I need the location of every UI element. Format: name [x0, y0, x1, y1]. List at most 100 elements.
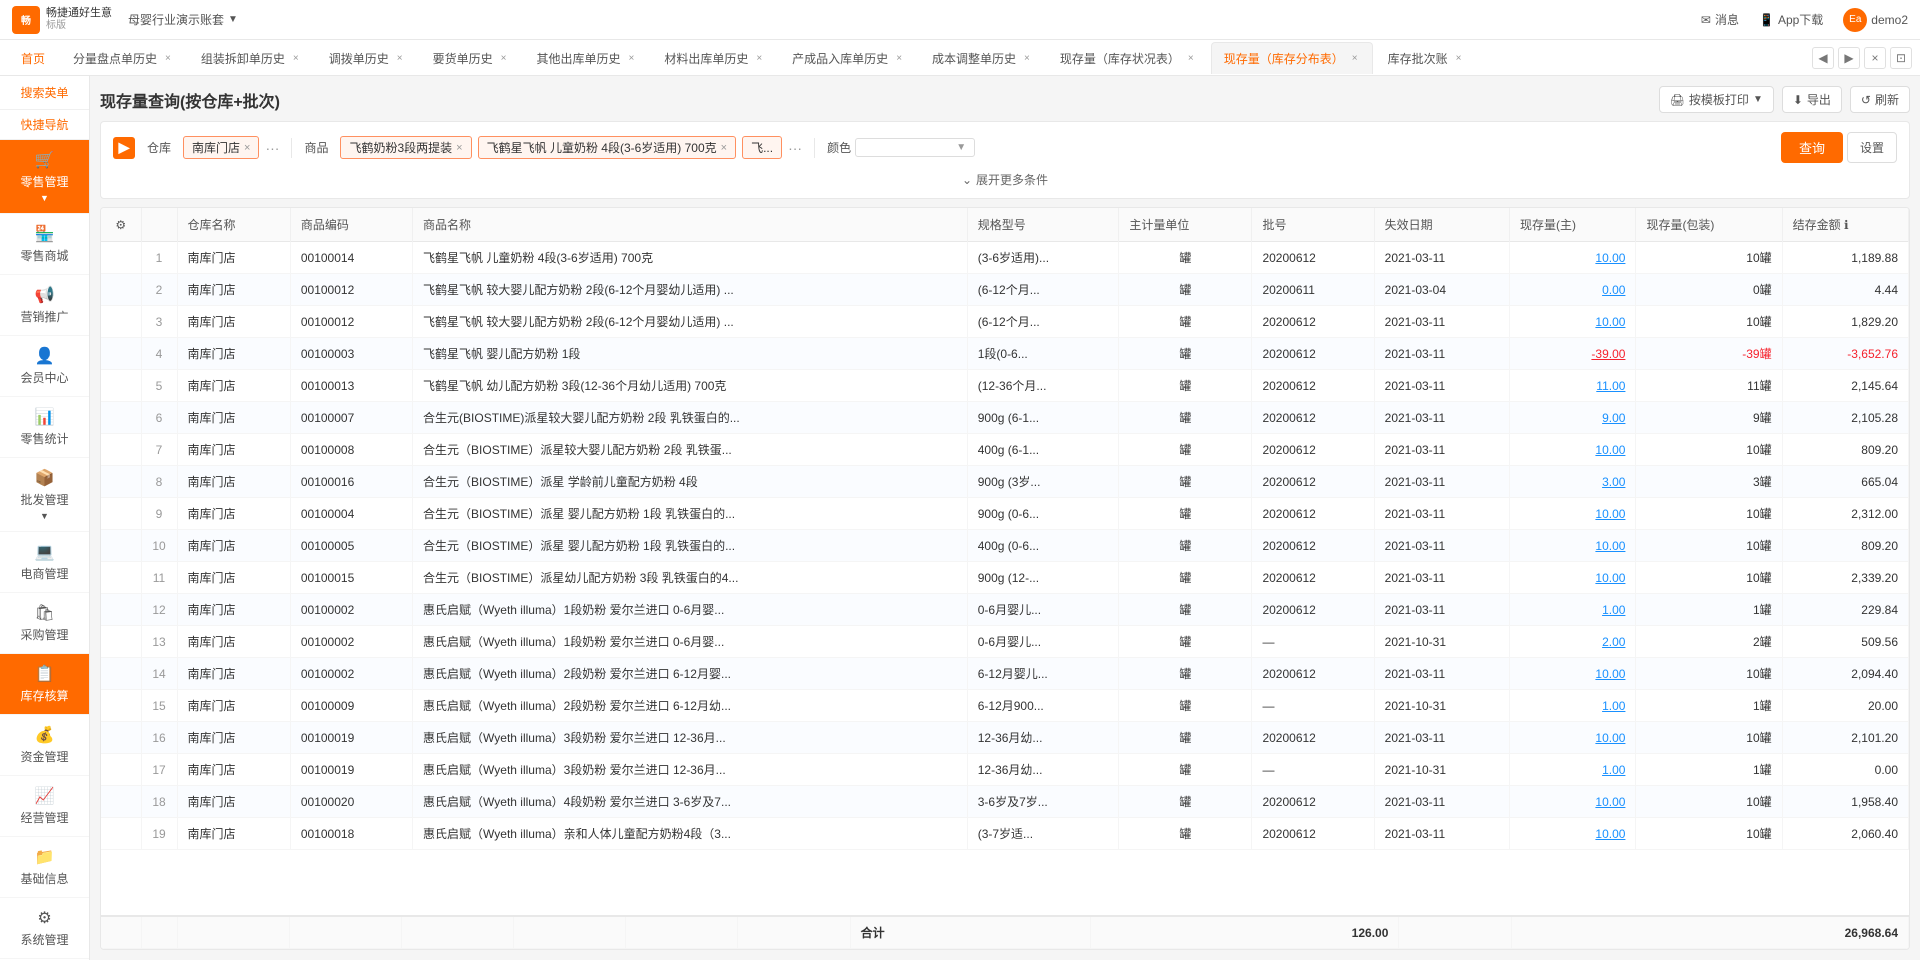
page-actions: 🖨 按模板打印 ▼ ⬇ 导出 ↺ 刷新	[1659, 86, 1910, 113]
tab-transfer[interactable]: 调拨单历史 ×	[316, 42, 418, 74]
template-print-btn[interactable]: 🖨 按模板打印 ▼	[1659, 86, 1774, 113]
tab-next-btn[interactable]: ▶	[1838, 47, 1860, 69]
close-icon[interactable]: ×	[1350, 52, 1360, 65]
expand-more-btn[interactable]: ⌄ 展开更多条件	[113, 171, 1897, 188]
close-icon[interactable]: ×	[1186, 52, 1196, 65]
workspace-selector[interactable]: 母婴行业演示账套 ▼	[128, 11, 238, 28]
tab-home[interactable]: 首页	[8, 42, 58, 74]
sidebar-quick-nav[interactable]: 快捷导航	[0, 110, 89, 140]
close-icon[interactable]: ×	[395, 52, 405, 65]
tab-cost-adjust[interactable]: 成本调整单历史 ×	[919, 42, 1045, 74]
col-code-cell: 00100016	[290, 466, 412, 498]
sidebar-item-wholesale-mgmt[interactable]: 📦 批发管理 ▼	[0, 458, 89, 532]
sidebar-item-finance[interactable]: 💰 资金管理	[0, 715, 89, 776]
remove-warehouse-tag[interactable]: ×	[244, 142, 250, 154]
col-stock-main-cell[interactable]: 10.00	[1509, 434, 1635, 466]
tab-request[interactable]: 要货单历史 ×	[420, 42, 522, 74]
close-icon[interactable]: ×	[499, 52, 509, 65]
col-stock-main-cell[interactable]: 1.00	[1509, 594, 1635, 626]
tab-disassemble[interactable]: 组装拆卸单历史 ×	[188, 42, 314, 74]
setting-btn[interactable]: 设置	[1847, 132, 1897, 163]
col-stock-main-cell[interactable]: 10.00	[1509, 722, 1635, 754]
sidebar-item-purchase[interactable]: 🛍 采购管理	[0, 593, 89, 654]
sidebar-item-marketing[interactable]: 📢 营销推广	[0, 275, 89, 336]
sidebar-search[interactable]: 搜索英单	[0, 76, 89, 110]
col-stock-main-cell[interactable]: 9.00	[1509, 402, 1635, 434]
tab-stock-status[interactable]: 现存量（库存状况表） ×	[1047, 42, 1209, 74]
sidebar-item-ops[interactable]: 📈 经营管理	[0, 776, 89, 837]
sidebar-item-stock-check[interactable]: 📋 库存核算	[0, 654, 89, 715]
col-settings-cell	[101, 818, 141, 850]
tab-stock-dist[interactable]: 现存量（库存分布表） ×	[1211, 42, 1373, 74]
sidebar-item-ecommerce[interactable]: 💻 电商管理	[0, 532, 89, 593]
col-stock-main-cell[interactable]: 10.00	[1509, 818, 1635, 850]
col-spec-cell: 0-6月婴儿...	[967, 626, 1119, 658]
remove-product-tag-1[interactable]: ×	[456, 142, 462, 154]
sidebar-item-retail-mgmt[interactable]: 🛒 零售管理 ▼	[0, 140, 89, 214]
table-row: 8 南库门店 00100016 合生元（BIOSTIME）派星 学龄前儿童配方奶…	[101, 466, 1909, 498]
close-icon[interactable]: ×	[1454, 52, 1464, 65]
col-warehouse-cell: 南库门店	[177, 658, 290, 690]
export-btn[interactable]: ⬇ 导出	[1782, 86, 1842, 113]
col-stock-main-cell[interactable]: 1.00	[1509, 690, 1635, 722]
close-icon[interactable]: ×	[1022, 52, 1032, 65]
sidebar-item-retail-stats[interactable]: 📊 零售统计	[0, 397, 89, 458]
col-warehouse-cell: 南库门店	[177, 754, 290, 786]
color-select-box[interactable]: ▼	[855, 138, 975, 157]
close-icon[interactable]: ×	[894, 52, 904, 65]
col-stock-main-cell[interactable]: 3.00	[1509, 466, 1635, 498]
tab-expand-btn[interactable]: ⊡	[1890, 47, 1912, 69]
tab-other-out[interactable]: 其他出库单历史 ×	[523, 42, 649, 74]
close-icon[interactable]: ×	[754, 52, 764, 65]
download-icon: 📱	[1759, 13, 1774, 27]
col-stock-main-cell[interactable]: 1.00	[1509, 754, 1635, 786]
query-btn[interactable]: 查询	[1781, 132, 1843, 163]
close-icon[interactable]: ×	[163, 52, 173, 65]
warehouse-more-dots[interactable]: ···	[265, 140, 279, 156]
sidebar-item-system[interactable]: ⚙ 系统管理	[0, 898, 89, 959]
col-stock-main-cell[interactable]: 10.00	[1509, 658, 1635, 690]
close-icon[interactable]: ×	[291, 52, 301, 65]
close-icon[interactable]: ×	[626, 52, 636, 65]
col-stock-main-cell[interactable]: 10.00	[1509, 306, 1635, 338]
sidebar-item-retail-shop[interactable]: 🏪 零售商城	[0, 214, 89, 275]
table-row: 17 南库门店 00100019 惠氏启赋（Wyeth illuma）3段奶粉 …	[101, 754, 1909, 786]
tab-prev-btn[interactable]: ◀	[1812, 47, 1834, 69]
col-warehouse-cell: 南库门店	[177, 274, 290, 306]
col-stock-pkg-cell: 10罐	[1636, 242, 1782, 274]
col-stock-main-cell[interactable]: 10.00	[1509, 498, 1635, 530]
col-balance-cell: -3,652.76	[1782, 338, 1908, 370]
col-stock-main-cell[interactable]: 11.00	[1509, 370, 1635, 402]
tab-close-btn[interactable]: ×	[1864, 47, 1886, 69]
tab-split-inventory[interactable]: 分量盘点单历史 ×	[60, 42, 186, 74]
table-row: 4 南库门店 00100003 飞鹤星飞帆 婴儿配方奶粉 1段 1段(0-6..…	[101, 338, 1909, 370]
filter-expand-btn[interactable]: ▶	[113, 137, 135, 159]
remove-product-tag-2[interactable]: ×	[721, 142, 727, 154]
col-seq-cell: 11	[141, 562, 177, 594]
col-code-cell: 00100019	[290, 754, 412, 786]
col-stock-main-cell[interactable]: -39.00	[1509, 338, 1635, 370]
refresh-btn[interactable]: ↺ 刷新	[1850, 86, 1910, 113]
col-stock-main-cell[interactable]: 0.00	[1509, 274, 1635, 306]
col-stock-main-cell[interactable]: 10.00	[1509, 786, 1635, 818]
sidebar-item-basic-info[interactable]: 📁 基础信息	[0, 837, 89, 898]
col-stock-main-cell[interactable]: 10.00	[1509, 242, 1635, 274]
message-btn[interactable]: ✉ 消息	[1701, 11, 1739, 28]
col-seq	[141, 208, 177, 242]
user-avatar[interactable]: Ea demo2	[1843, 8, 1908, 32]
col-stock-pkg-cell: 10罐	[1636, 722, 1782, 754]
col-settings[interactable]: ⚙	[101, 208, 141, 242]
col-batch-cell: 20200612	[1252, 370, 1374, 402]
tab-product-in[interactable]: 产成品入库单历史 ×	[779, 42, 917, 74]
col-expire-cell: 2021-03-11	[1374, 242, 1509, 274]
col-name-cell: 飞鹤星飞帆 较大婴儿配方奶粉 2段(6-12个月婴幼儿适用) ...	[413, 274, 968, 306]
col-stock-main-cell[interactable]: 10.00	[1509, 530, 1635, 562]
product-more-dots[interactable]: ···	[788, 140, 802, 156]
tab-batch-bill[interactable]: 库存批次账 ×	[1375, 42, 1477, 74]
col-stock-main-cell[interactable]: 2.00	[1509, 626, 1635, 658]
col-stock-main-cell[interactable]: 10.00	[1509, 562, 1635, 594]
table-scroll[interactable]: ⚙ 仓库名称 商品编码 商品名称 规格型号 主计量单位 批号 失效日期 现存量(…	[101, 208, 1909, 915]
sidebar-item-member-center[interactable]: 👤 会员中心	[0, 336, 89, 397]
app-download-btn[interactable]: 📱 App下载	[1759, 11, 1823, 28]
tab-material-out[interactable]: 材料出库单历史 ×	[651, 42, 777, 74]
